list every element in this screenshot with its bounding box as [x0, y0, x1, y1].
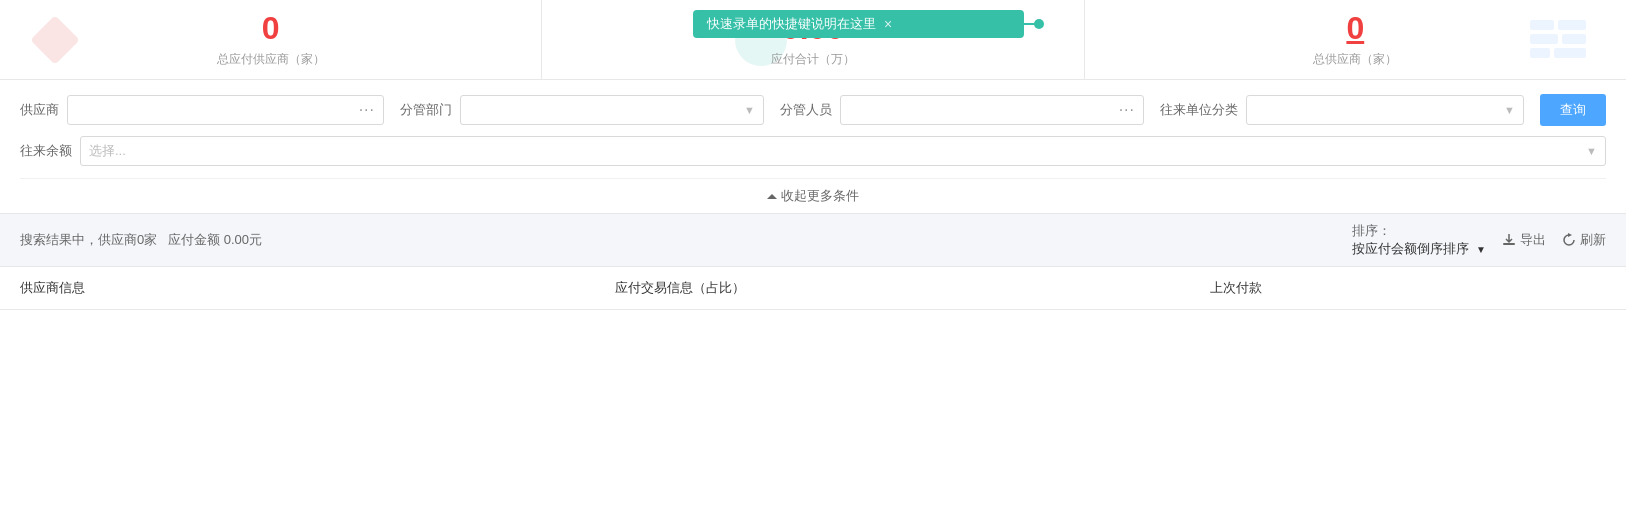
unit-class-label: 往来单位分类 [1160, 101, 1238, 119]
table-header: 供应商信息 应付交易信息（占比） 上次付款 [0, 267, 1626, 310]
sort-label: 排序： 按应付会额倒序排序 ▼ [1352, 222, 1486, 258]
col-header-lastpay: 上次付款 [1210, 279, 1607, 297]
col-header-supplier: 供应商信息 [20, 279, 615, 297]
tooltip-text: 快速录单的快捷键说明在这里 [707, 15, 876, 33]
svg-rect-9 [1554, 48, 1586, 58]
stat-payable-total: ¥ 0.00 应付合计（万） 快速录单的快捷键说明在这里 × [542, 0, 1084, 79]
filter-balance-cell: 往来余额 选择... ▼ [20, 136, 1606, 166]
refresh-btn[interactable]: 刷新 [1562, 231, 1606, 249]
chevron-up-icon [767, 194, 777, 199]
diamond-icon [30, 15, 80, 65]
query-button[interactable]: 查询 [1540, 94, 1606, 126]
filter-bar: 供应商 ··· 分管部门 ▼ 分管人员 ··· 往来单位分类 [0, 80, 1626, 214]
unit-class-select[interactable]: ▼ [1246, 95, 1524, 125]
filter-row-2: 往来余额 选择... ▼ [20, 136, 1606, 166]
tooltip-dot [1034, 19, 1044, 29]
person-label: 分管人员 [780, 101, 832, 119]
stat-total-suppliers-value: 0 [1346, 11, 1364, 46]
sort-select-btn[interactable]: 按应付会额倒序排序 ▼ [1352, 240, 1486, 258]
balance-placeholder: 选择... [89, 142, 126, 160]
person-input[interactable]: ··· [840, 95, 1144, 125]
export-btn[interactable]: 导出 [1502, 231, 1546, 249]
dept-chevron-icon: ▼ [744, 104, 755, 116]
svg-rect-4 [1530, 20, 1554, 30]
filter-row-1: 供应商 ··· 分管部门 ▼ 分管人员 ··· 往来单位分类 [20, 94, 1606, 126]
balance-select[interactable]: 选择... ▼ [80, 136, 1606, 166]
stat-payable-suppliers-value: 0 [262, 11, 280, 46]
balance-chevron-icon: ▼ [1586, 145, 1597, 157]
stat-total-suppliers-label: 总供应商（家） [1313, 51, 1397, 68]
svg-rect-7 [1562, 34, 1586, 44]
svg-marker-11 [1568, 233, 1572, 237]
dept-label: 分管部门 [400, 101, 452, 119]
svg-rect-8 [1530, 48, 1550, 58]
refresh-icon [1562, 233, 1576, 247]
supplier-label: 供应商 [20, 101, 59, 119]
person-dots-btn[interactable]: ··· [1119, 101, 1135, 119]
collapse-label: 收起更多条件 [781, 187, 859, 205]
shortcut-tooltip: 快速录单的快捷键说明在这里 × [693, 10, 1024, 38]
col-header-payable: 应付交易信息（占比） [615, 279, 1210, 297]
supplier-input[interactable]: ··· [67, 95, 384, 125]
results-bar: 搜索结果中，供应商0家 应付金额 0.00元 排序： 按应付会额倒序排序 ▼ 导… [0, 214, 1626, 267]
stat-total-suppliers: 0 总供应商（家） [1085, 0, 1626, 79]
stat-total-payable-suppliers: 0 总应付供应商（家） [0, 0, 542, 79]
results-actions: 排序： 按应付会额倒序排序 ▼ 导出 刷新 [1352, 222, 1606, 258]
filter-unit-class-cell: 往来单位分类 ▼ [1160, 95, 1540, 125]
stat-payable-suppliers-label: 总应付供应商（家） [217, 51, 325, 68]
unit-class-chevron-icon: ▼ [1504, 104, 1515, 116]
grid-icon [1530, 20, 1586, 60]
filter-supplier-cell: 供应商 ··· [20, 95, 400, 125]
svg-rect-5 [1558, 20, 1586, 30]
supplier-dots-btn[interactable]: ··· [359, 101, 375, 119]
results-text: 搜索结果中，供应商0家 应付金额 0.00元 [20, 231, 262, 249]
stat-payable-total-label: 应付合计（万） [771, 51, 855, 68]
results-info: 搜索结果中，供应商0家 应付金额 0.00元 [20, 231, 262, 249]
table-body [0, 310, 1626, 515]
export-icon [1502, 233, 1516, 247]
svg-rect-10 [1503, 243, 1515, 245]
filter-person-cell: 分管人员 ··· [780, 95, 1160, 125]
sort-chevron-icon: ▼ [1476, 244, 1486, 255]
filter-dept-cell: 分管部门 ▼ [400, 95, 780, 125]
balance-label: 往来余额 [20, 142, 72, 160]
svg-rect-6 [1530, 34, 1558, 44]
tooltip-close-btn[interactable]: × [884, 16, 892, 32]
collapse-btn[interactable]: 收起更多条件 [20, 178, 1606, 213]
stats-bar: 0 总应付供应商（家） ¥ 0.00 应付合计（万） 快速录单的快捷键说明在这里… [0, 0, 1626, 80]
dept-select[interactable]: ▼ [460, 95, 764, 125]
